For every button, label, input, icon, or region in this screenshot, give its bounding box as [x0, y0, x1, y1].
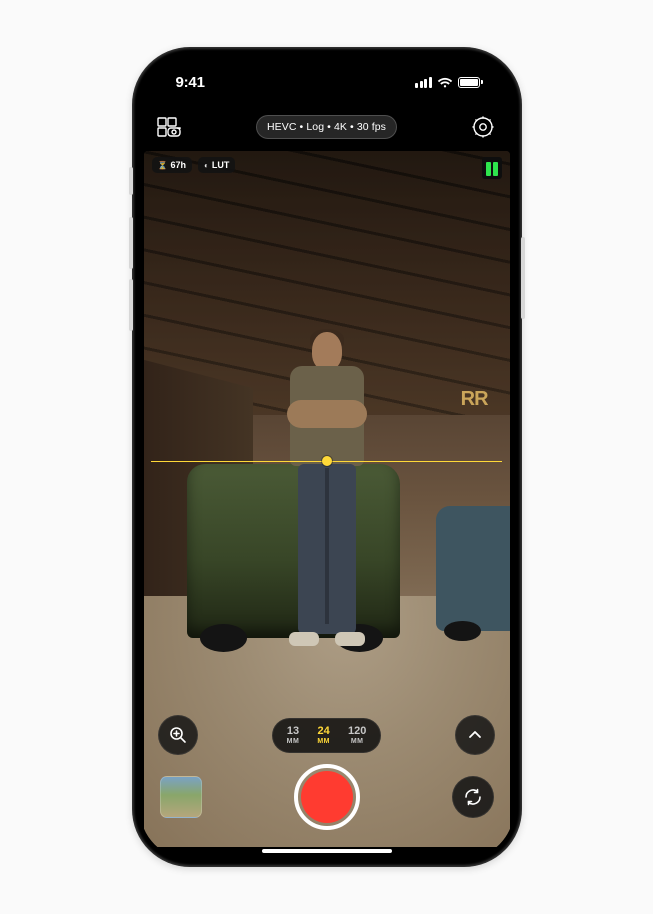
time-remaining-value: 67h	[170, 160, 186, 170]
controls-lower-row	[144, 761, 510, 833]
lut-icon: ◐	[204, 161, 209, 170]
lens-option-24mm[interactable]: 24 MM	[309, 723, 338, 748]
status-indicators	[415, 76, 484, 88]
volume-up-button	[129, 217, 133, 269]
lens-value: 24	[318, 726, 330, 737]
lens-value: 13	[287, 726, 299, 737]
top-toolbar: HEVC • Log • 4K • 30 fps	[140, 109, 514, 145]
lens-unit: MM	[351, 738, 364, 745]
lens-option-120mm[interactable]: 120 MM	[340, 723, 374, 748]
hourglass-icon: ⏳	[158, 161, 168, 170]
phone-screen: 9:41	[140, 55, 514, 859]
controls-upper-row: 13 MM 24 MM 120 MM	[144, 713, 510, 757]
dynamic-island	[268, 69, 386, 101]
settings-gear-icon[interactable]	[469, 115, 497, 139]
power-button	[521, 237, 525, 319]
expand-controls-button[interactable]	[455, 715, 495, 755]
status-time: 9:41	[176, 74, 205, 91]
lut-label: LUT	[212, 160, 230, 170]
zoom-button[interactable]	[158, 715, 198, 755]
lens-selector[interactable]: 13 MM 24 MM 120 MM	[272, 718, 382, 753]
scene-person	[267, 332, 387, 715]
battery-icon	[458, 76, 484, 88]
time-remaining-badge[interactable]: ⏳ 67h	[152, 157, 192, 173]
cellular-signal-icon	[415, 77, 432, 88]
format-pill[interactable]: HEVC • Log • 4K • 30 fps	[256, 115, 397, 139]
home-indicator[interactable]	[262, 849, 392, 854]
gallery-thumbnail[interactable]	[160, 776, 202, 818]
record-button[interactable]	[294, 764, 360, 830]
horizon-level-dot	[322, 456, 332, 466]
lens-unit: MM	[287, 738, 300, 745]
wifi-icon	[437, 76, 453, 88]
flip-camera-button[interactable]	[452, 776, 494, 818]
lens-option-13mm[interactable]: 13 MM	[279, 723, 308, 748]
lens-value: 120	[348, 726, 366, 737]
record-button-inner	[301, 771, 353, 823]
phone-frame: 9:41	[132, 47, 522, 867]
lut-badge[interactable]: ◐ LUT	[198, 157, 235, 173]
silent-switch	[129, 167, 133, 195]
viewfinder-overlay-badges: ⏳ 67h ◐ LUT	[152, 157, 502, 179]
scene-truck-right	[436, 506, 509, 631]
camera-mode-icon[interactable]	[156, 115, 184, 139]
lens-unit: MM	[317, 738, 330, 745]
scene-logo: RR	[461, 388, 488, 411]
viewfinder[interactable]: RR ⏳ 67h ◐ LUT	[144, 151, 510, 847]
volume-down-button	[129, 279, 133, 331]
audio-level-meter[interactable]	[482, 157, 502, 179]
